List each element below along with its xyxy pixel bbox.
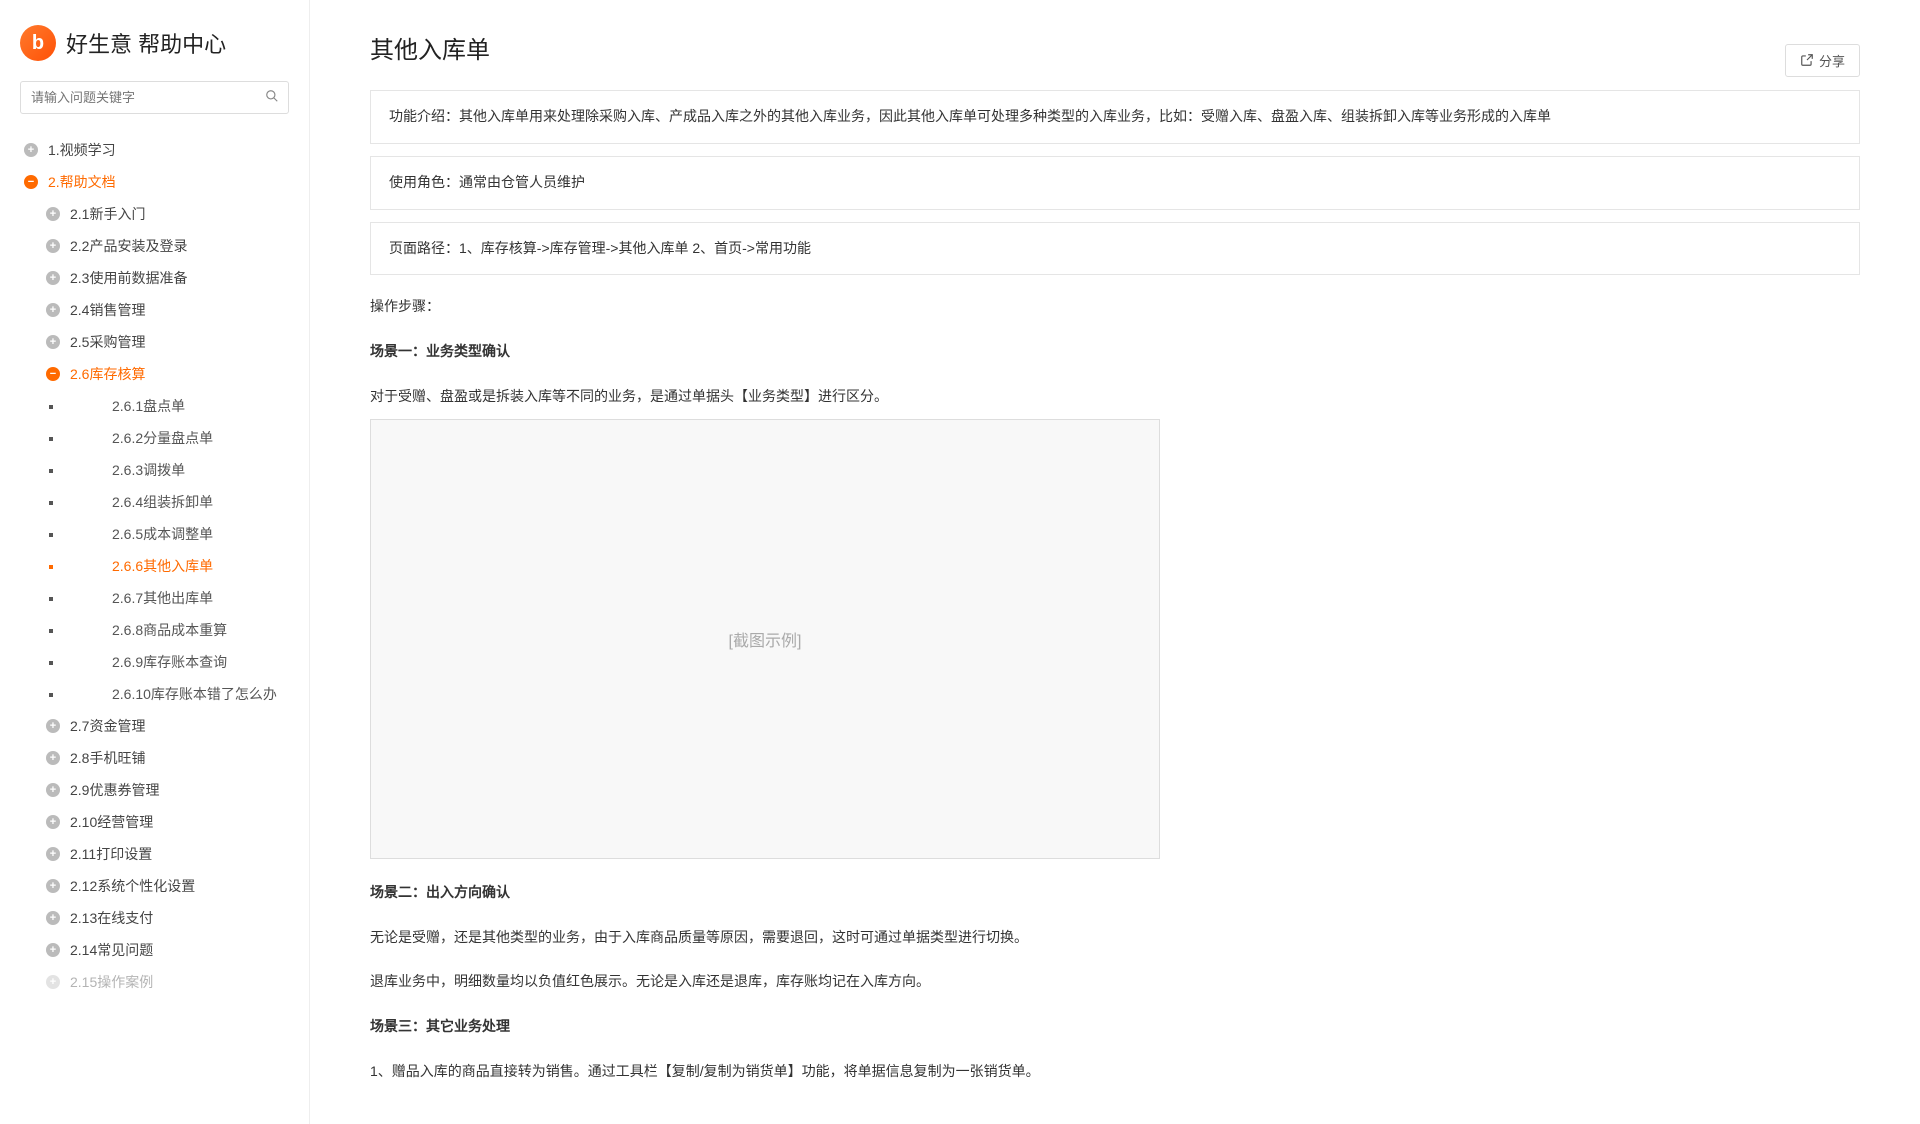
nav-label: 2.11打印设置: [70, 844, 152, 864]
nav-leaf-261[interactable]: 2.6.1盘点单: [64, 390, 289, 422]
main-content: 其他入库单 分享 功能介绍：其他入库单用来处理除采购入库、产成品入库之外的其他入…: [310, 0, 1920, 1124]
nav-label: 2.5采购管理: [70, 332, 145, 352]
nav-item-211[interactable]: +2.11打印设置: [42, 838, 289, 870]
nav-item-28[interactable]: +2.8手机旺铺: [42, 742, 289, 774]
nav-label: 2.7资金管理: [70, 716, 145, 736]
nav-label: 2.10经营管理: [70, 812, 153, 832]
nav-item-25[interactable]: +2.5采购管理: [42, 326, 289, 358]
role-label: 使用角色：: [389, 174, 459, 190]
logo-row: b 好生意 帮助中心: [20, 25, 289, 61]
search-box: [20, 81, 289, 114]
nav-leaf-265[interactable]: 2.6.5成本调整单: [64, 518, 289, 550]
nav-item-21[interactable]: +2.1新手入门: [42, 198, 289, 230]
nav-item-214[interactable]: +2.14常见问题: [42, 934, 289, 966]
nav-item-helpdoc[interactable]: −2.帮助文档: [20, 166, 289, 198]
intro-label: 功能介绍：: [389, 108, 459, 124]
scene1-text: 对于受赠、盘盈或是拆装入库等不同的业务，是通过单据头【业务类型】进行区分。: [370, 383, 1860, 410]
nav-item-23[interactable]: +2.3使用前数据准备: [42, 262, 289, 294]
share-label: 分享: [1819, 51, 1845, 70]
nav-label: 2.4销售管理: [70, 300, 145, 320]
search-icon[interactable]: [265, 89, 279, 106]
nav-label: 2.12系统个性化设置: [70, 876, 195, 896]
steps-label: 操作步骤：: [370, 293, 1860, 320]
nav-leaf-2610[interactable]: 2.6.10库存账本错了怎么办: [64, 678, 289, 710]
scene1-title: 场景一：业务类型确认: [370, 343, 510, 359]
nav-leaf-264[interactable]: 2.6.4组装拆卸单: [64, 486, 289, 518]
nav-item-24[interactable]: +2.4销售管理: [42, 294, 289, 326]
nav-leaf-263[interactable]: 2.6.3调拨单: [64, 454, 289, 486]
nav-label: 2.2产品安装及登录: [70, 236, 187, 256]
nav-label: 2.3使用前数据准备: [70, 268, 187, 288]
scene2-title: 场景二：出入方向确认: [370, 884, 510, 900]
nav-label: 2.1新手入门: [70, 204, 145, 224]
nav-leaf-262[interactable]: 2.6.2分量盘点单: [64, 422, 289, 454]
path-text: 1、库存核算->库存管理->其他入库单 2、首页->常用功能: [459, 240, 811, 256]
scene2-text1: 无论是受赠，还是其他类型的业务，由于入库商品质量等原因，需要退回，这时可通过单据…: [370, 924, 1860, 951]
nav-leaf-268[interactable]: 2.6.8商品成本重算: [64, 614, 289, 646]
search-input[interactable]: [20, 81, 289, 114]
nav-label: 2.14常见问题: [70, 940, 153, 960]
page-title: 其他入库单: [370, 30, 490, 65]
path-box: 页面路径：1、库存核算->库存管理->其他入库单 2、首页->常用功能: [370, 222, 1860, 276]
nav-label: 2.6库存核算: [70, 364, 145, 384]
nav-label: 1.视频学习: [48, 140, 116, 160]
nav-item-video[interactable]: +1.视频学习: [20, 134, 289, 166]
share-button[interactable]: 分享: [1785, 44, 1860, 77]
nav-label: 2.帮助文档: [48, 172, 116, 192]
scene3-title: 场景三：其它业务处理: [370, 1018, 510, 1034]
sidebar: b 好生意 帮助中心 +1.视频学习 −2.帮助文档 +2.1新手入门 +2.2…: [0, 0, 310, 1124]
scene2-text2: 退库业务中，明细数量均以负值红色展示。无论是入库还是退库，库存账均记在入库方向。: [370, 968, 1860, 995]
nav-leaf-266[interactable]: 2.6.6其他入库单: [64, 550, 289, 582]
intro-text: 其他入库单用来处理除采购入库、产成品入库之外的其他入库业务，因此其他入库单可处理…: [459, 108, 1551, 124]
path-label: 页面路径：: [389, 240, 459, 256]
nav-item-22[interactable]: +2.2产品安装及登录: [42, 230, 289, 262]
role-box: 使用角色：通常由仓管人员维护: [370, 156, 1860, 210]
screenshot-image: [370, 419, 1160, 859]
nav-label: 2.9优惠券管理: [70, 780, 159, 800]
logo-text: 好生意 帮助中心: [66, 27, 226, 59]
nav-leaf-269[interactable]: 2.6.9库存账本查询: [64, 646, 289, 678]
nav-label: 2.13在线支付: [70, 908, 153, 928]
nav-tree: +1.视频学习 −2.帮助文档 +2.1新手入门 +2.2产品安装及登录 +2.…: [20, 134, 289, 998]
nav-item-212[interactable]: +2.12系统个性化设置: [42, 870, 289, 902]
intro-box: 功能介绍：其他入库单用来处理除采购入库、产成品入库之外的其他入库业务，因此其他入…: [370, 90, 1860, 144]
nav-label: 2.8手机旺铺: [70, 748, 145, 768]
scene3-text1: 1、赠品入库的商品直接转为销售。通过工具栏【复制/复制为销货单】功能，将单据信息…: [370, 1058, 1860, 1085]
nav-leaf-267[interactable]: 2.6.7其他出库单: [64, 582, 289, 614]
nav-item-213[interactable]: +2.13在线支付: [42, 902, 289, 934]
logo-icon: b: [20, 25, 56, 61]
role-text: 通常由仓管人员维护: [459, 174, 585, 190]
nav-label: 2.15操作案例: [70, 972, 153, 992]
nav-item-29[interactable]: +2.9优惠券管理: [42, 774, 289, 806]
share-icon: [1800, 53, 1814, 67]
nav-item-27[interactable]: +2.7资金管理: [42, 710, 289, 742]
nav-item-26[interactable]: −2.6库存核算: [42, 358, 289, 390]
nav-item-210[interactable]: +2.10经营管理: [42, 806, 289, 838]
nav-item-215[interactable]: +2.15操作案例: [42, 966, 289, 998]
